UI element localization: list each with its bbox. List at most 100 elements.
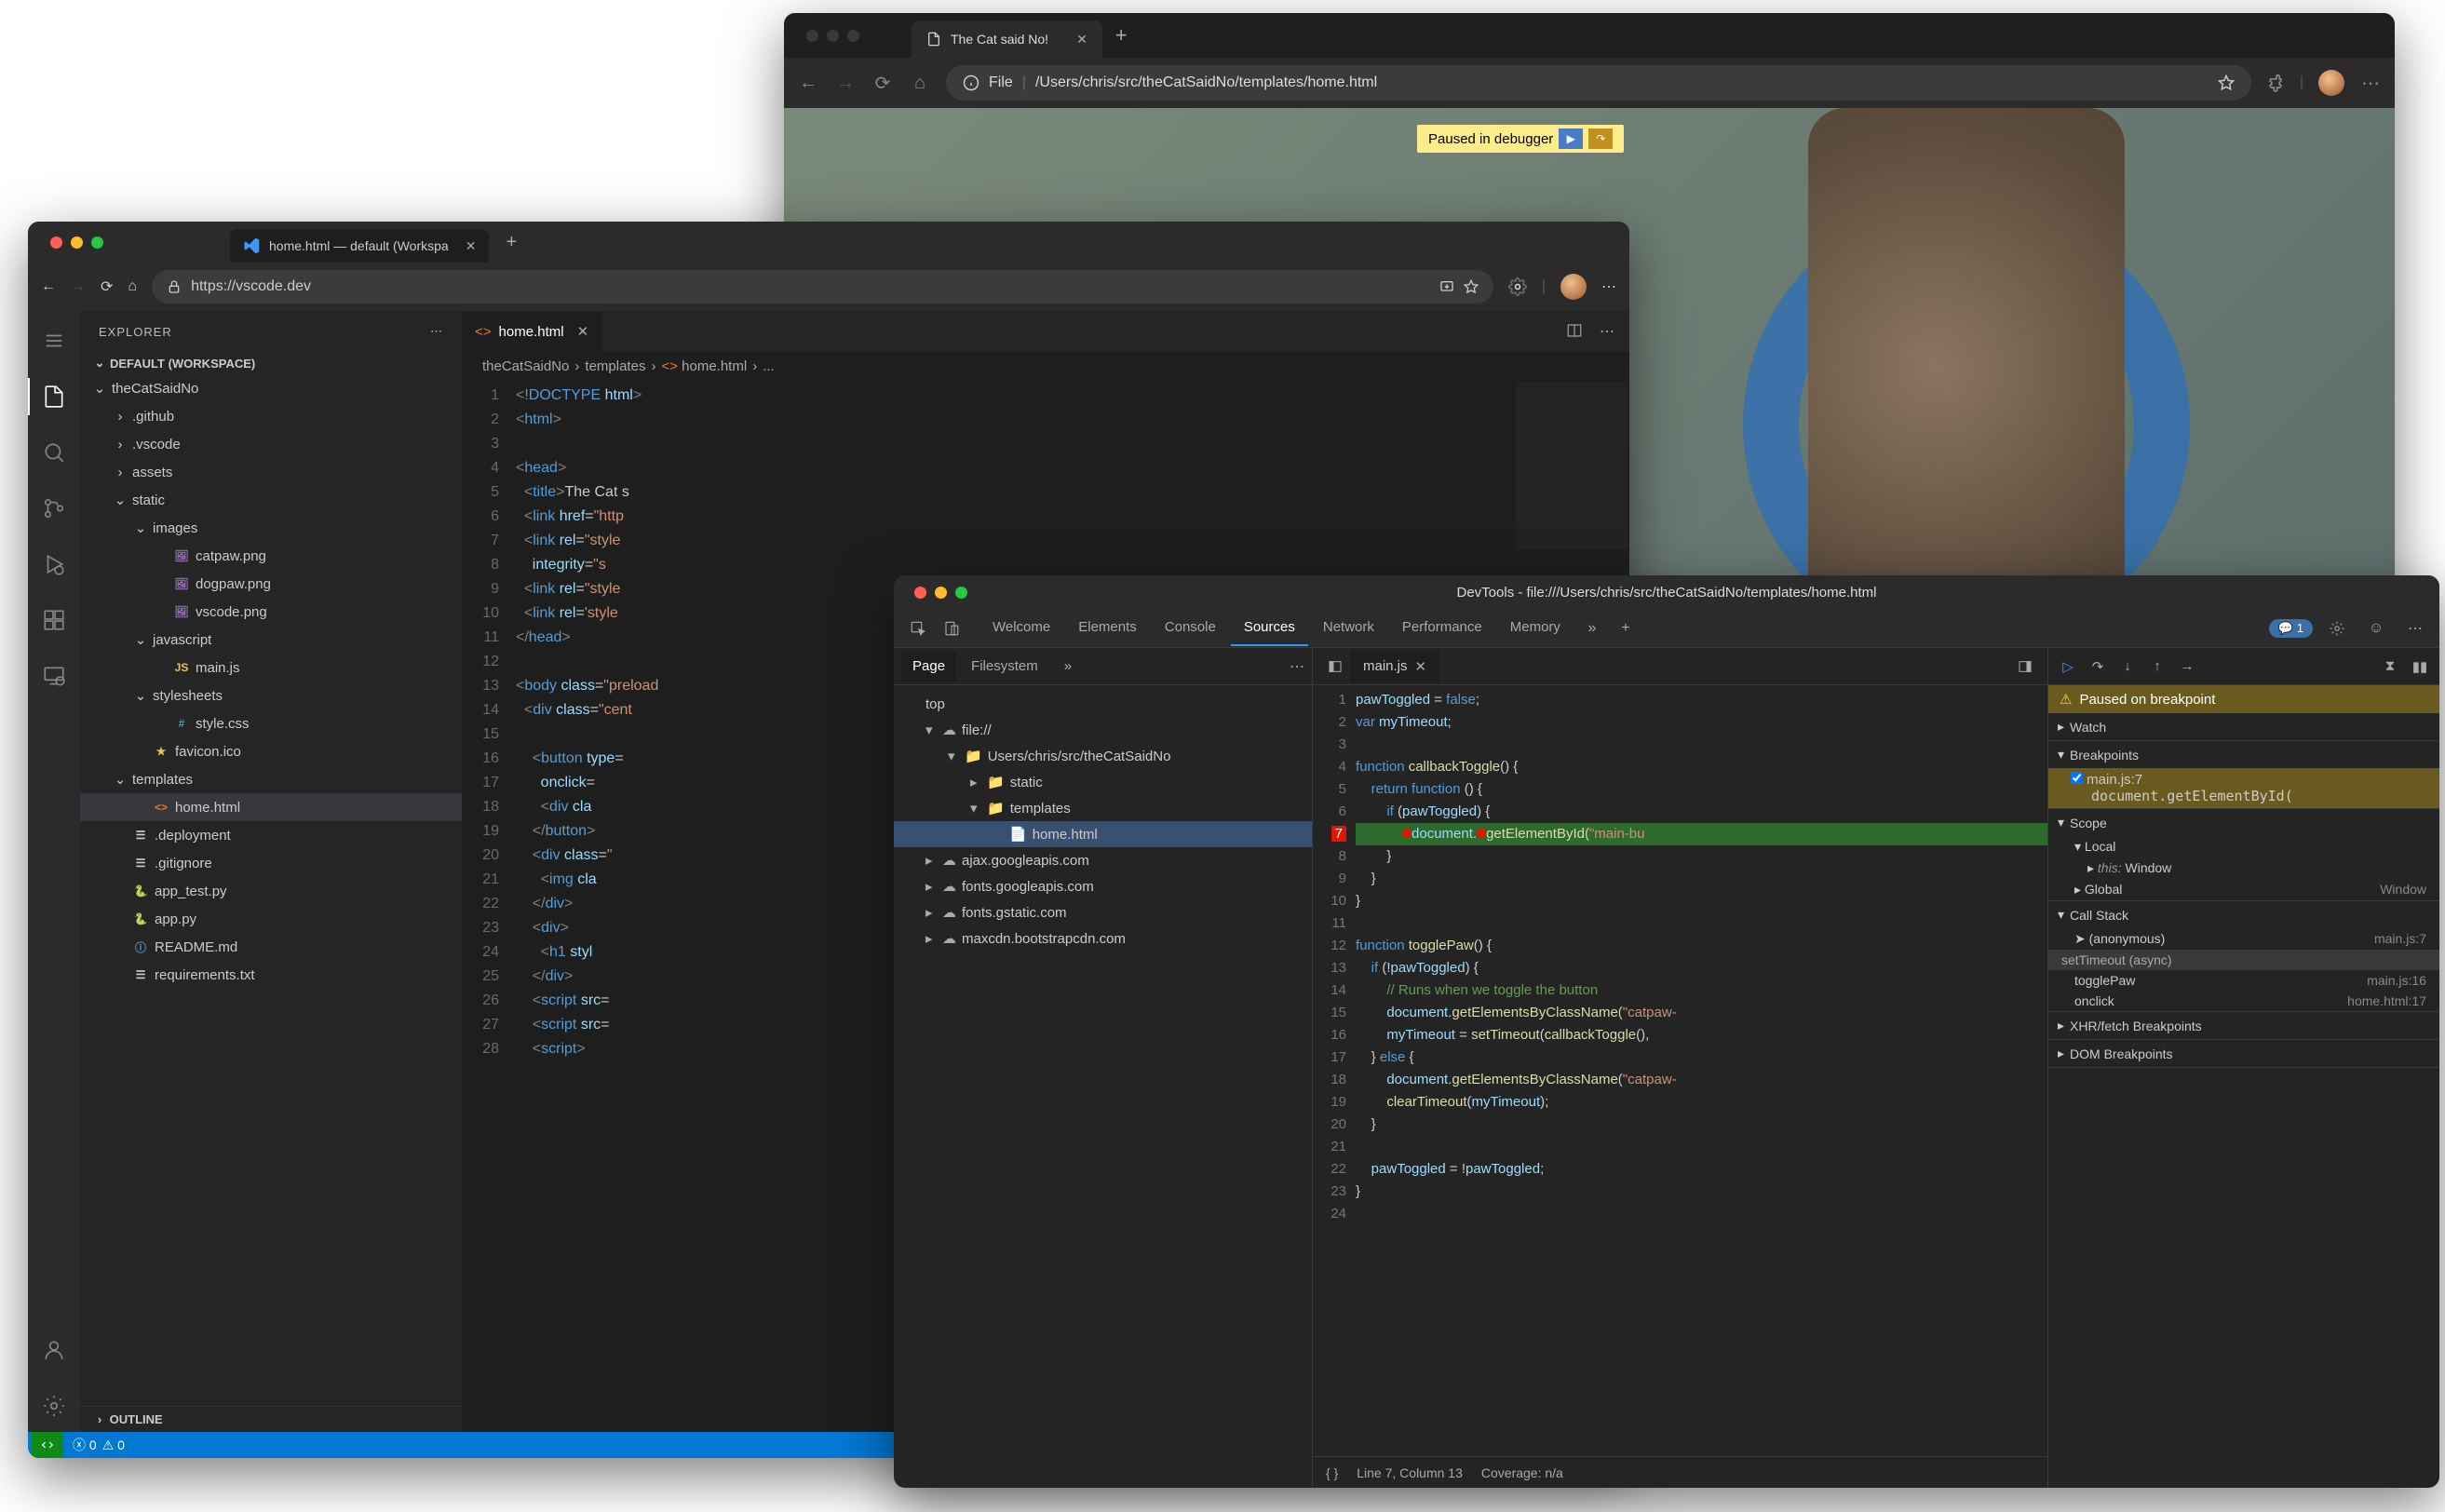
refresh-button[interactable]: ⟳ [871, 72, 894, 94]
split-editor-icon[interactable] [1566, 322, 1583, 339]
step-button[interactable]: ↷ [1588, 128, 1613, 149]
devtools-tab-elements[interactable]: Elements [1065, 610, 1150, 646]
browser-tab[interactable]: home.html — default (Workspa ✕ [230, 229, 489, 263]
toggle-navigator-icon[interactable] [1320, 652, 1350, 682]
tree-folder-root[interactable]: ⌄theCatSaidNo [80, 374, 462, 402]
resume-button[interactable]: ▶ [1559, 128, 1583, 149]
call-frame[interactable]: onclickhome.html:17 [2048, 991, 2439, 1011]
tree-folder[interactable]: ⌄stylesheets [80, 682, 462, 709]
breakpoint-checkbox[interactable] [2071, 772, 2083, 784]
tree-folder[interactable]: ⌄images [80, 514, 462, 542]
devtools-tab-network[interactable]: Network [1310, 610, 1387, 646]
tree-file[interactable]: 🖼vscode.png [80, 598, 462, 626]
favorite-icon[interactable] [2218, 74, 2235, 91]
edge-traffic-lights[interactable] [801, 30, 865, 42]
vscode-traffic-lights[interactable] [45, 236, 109, 249]
source-tab[interactable]: main.js ✕ [1350, 651, 1439, 682]
feedback-icon[interactable]: ☺ [2361, 614, 2391, 643]
workspace-header[interactable]: ⌄DEFAULT (WORKSPACE) [80, 352, 462, 374]
install-app-icon[interactable] [1439, 279, 1454, 294]
devtools-tab-welcome[interactable]: Welcome [979, 610, 1063, 646]
accounts-icon[interactable] [28, 1324, 80, 1376]
tree-file[interactable]: 🖼dogpaw.png [80, 570, 462, 598]
more-actions-icon[interactable]: ⋯ [430, 324, 443, 339]
back-button[interactable]: ← [41, 278, 56, 295]
remote-explorer-icon[interactable] [28, 650, 80, 702]
home-button[interactable]: ⌂ [909, 72, 931, 94]
step-over-icon[interactable]: ↷ [2087, 658, 2108, 675]
step-icon[interactable]: → [2177, 658, 2197, 674]
forward-button[interactable]: → [71, 278, 86, 295]
devtools-tab-sources[interactable]: Sources [1231, 610, 1308, 646]
tree-folder[interactable]: ⌄static [80, 486, 462, 514]
tree-file[interactable]: ☰.gitignore [80, 849, 462, 877]
tree-folder[interactable]: ›.github [80, 402, 462, 430]
nav-more-icon[interactable]: » [1053, 651, 1083, 682]
breakpoint-item[interactable]: main.js:7 document.getElementById( [2048, 768, 2439, 808]
step-out-icon[interactable]: ↑ [2147, 658, 2168, 674]
editor-more-icon[interactable]: ⋯ [1600, 322, 1614, 341]
editor-tab[interactable]: <> home.html ✕ [462, 311, 601, 352]
remote-indicator[interactable] [32, 1432, 63, 1458]
refresh-button[interactable]: ⟳ [101, 277, 113, 296]
tree-file[interactable]: #style.css [80, 709, 462, 737]
devtools-traffic-lights[interactable] [909, 587, 973, 599]
menu-icon[interactable] [28, 315, 80, 367]
brackets-icon[interactable]: { } [1326, 1465, 1338, 1480]
tree-file[interactable]: 🐍app_test.py [80, 877, 462, 905]
forward-button[interactable]: → [834, 72, 857, 94]
inspect-element-icon[interactable] [903, 614, 933, 643]
tree-folder[interactable]: ›.vscode [80, 430, 462, 458]
tree-file[interactable]: JSmain.js [80, 654, 462, 682]
minimap[interactable] [1516, 382, 1628, 549]
address-bar[interactable]: https://vscode.dev [152, 270, 1493, 304]
close-tab-icon[interactable]: ✕ [1076, 32, 1087, 47]
more-menu-icon[interactable]: ⋯ [1601, 277, 1616, 296]
more-menu-icon[interactable]: ⋯ [2359, 72, 2382, 94]
profile-avatar[interactable] [2318, 70, 2344, 96]
home-button[interactable]: ⌂ [128, 278, 137, 295]
errors-badge[interactable]: ⓧ 0 [73, 1436, 97, 1454]
nav-tree-item[interactable]: ▾📁templates [894, 795, 1312, 821]
warnings-badge[interactable]: ⚠ 0 [102, 1438, 125, 1453]
tree-folder[interactable]: ⌄templates [80, 765, 462, 793]
nav-tab-filesystem[interactable]: Filesystem [960, 651, 1049, 682]
back-button[interactable]: ← [797, 72, 819, 94]
outline-section[interactable]: › OUTLINE [80, 1406, 462, 1432]
search-icon[interactable] [28, 426, 80, 479]
favorite-icon[interactable] [1464, 279, 1479, 294]
resume-icon[interactable]: ▷ [2058, 658, 2078, 675]
nav-tree-item[interactable]: ▸☁fonts.googleapis.com [894, 873, 1312, 899]
nav-more-actions-icon[interactable]: ⋯ [1290, 657, 1304, 676]
call-frame[interactable]: togglePawmain.js:16 [2048, 970, 2439, 991]
issues-badge[interactable]: 💬 1 [2269, 619, 2313, 638]
tree-file[interactable]: 🐍app.py [80, 905, 462, 933]
xhr-breakpoints-section[interactable]: ▸ XHR/fetch Breakpoints [2048, 1012, 2439, 1040]
nav-tree-item[interactable]: ▸☁ajax.googleapis.com [894, 847, 1312, 873]
explorer-icon[interactable] [28, 371, 80, 423]
extensions-activity-icon[interactable] [28, 594, 80, 646]
tree-file[interactable]: ★favicon.ico [80, 737, 462, 765]
tree-file[interactable]: 🖼catpaw.png [80, 542, 462, 570]
step-into-icon[interactable]: ↓ [2117, 658, 2138, 674]
toggle-debugger-icon[interactable] [2010, 652, 2040, 682]
new-tab-icon[interactable]: + [1611, 614, 1641, 643]
nav-tree-item[interactable]: ▾☁file:// [894, 717, 1312, 743]
devtools-tab-performance[interactable]: Performance [1389, 610, 1495, 646]
nav-tree-item[interactable]: ▸☁fonts.gstatic.com [894, 899, 1312, 925]
devtools-tab-memory[interactable]: Memory [1497, 610, 1574, 646]
close-tab-icon[interactable]: ✕ [466, 238, 477, 254]
deactivate-bp-icon[interactable]: ⧗ [2380, 658, 2400, 674]
new-tab-button[interactable]: + [506, 232, 517, 253]
source-gutter[interactable]: 123456789101112131415161718192021222324 [1313, 685, 1356, 1456]
tree-file[interactable]: ⓘREADME.md [80, 933, 462, 961]
nav-tree-item[interactable]: ▸☁maxcdn.bootstrapcdn.com [894, 925, 1312, 952]
device-toolbar-icon[interactable] [937, 614, 966, 643]
nav-tab-page[interactable]: Page [901, 651, 956, 682]
browser-tab[interactable]: The Cat said No! ✕ [912, 20, 1102, 58]
tree-file[interactable]: <>home.html [80, 793, 462, 821]
settings-icon[interactable] [2322, 614, 2352, 643]
more-menu-icon[interactable]: ⋯ [2400, 614, 2430, 643]
close-tab-icon[interactable]: ✕ [577, 323, 589, 340]
settings-icon[interactable] [28, 1380, 80, 1432]
